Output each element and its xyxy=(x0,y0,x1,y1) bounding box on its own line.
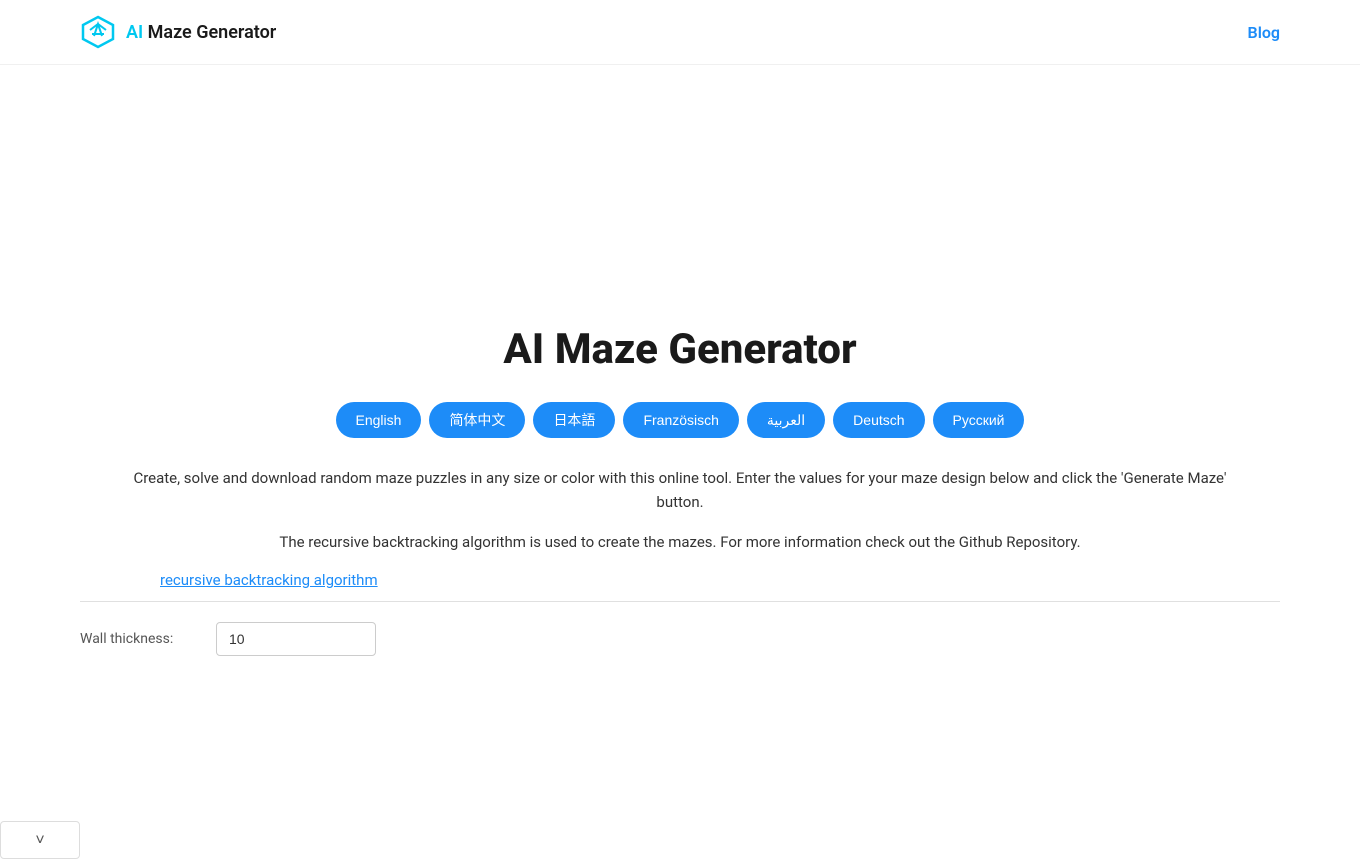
description-text: Create, solve and download random maze p… xyxy=(80,466,1280,514)
main-nav: Blog xyxy=(1248,23,1280,42)
lang-btn-russian[interactable]: Русский xyxy=(933,402,1025,438)
lang-btn-french[interactable]: Französisch xyxy=(623,402,738,438)
lang-btn-chinese[interactable]: 简体中文 xyxy=(429,402,525,438)
main-content: AI Maze Generator English 简体中文 日本語 Franz… xyxy=(0,65,1360,676)
wall-thickness-label: Wall thickness: xyxy=(80,631,200,647)
page-title: AI Maze Generator xyxy=(503,325,856,374)
algo-description: The recursive backtracking algorithm is … xyxy=(279,530,1080,554)
header: AI Maze Generator Blog xyxy=(0,0,1360,65)
wall-thickness-input[interactable] xyxy=(216,622,376,656)
chevron-down-icon: ˅ xyxy=(35,830,44,850)
form-area: Wall thickness: xyxy=(40,602,1320,676)
lang-btn-japanese[interactable]: 日本語 xyxy=(533,402,615,438)
logo-text: AI Maze Generator xyxy=(126,22,276,43)
wall-thickness-row: Wall thickness: xyxy=(80,622,1280,656)
link-section: recursive backtracking algorithm xyxy=(0,570,1360,602)
logo-link[interactable]: AI Maze Generator xyxy=(80,14,276,50)
bottom-dropdown-bar[interactable]: ˅ xyxy=(0,821,80,859)
lang-btn-arabic[interactable]: العربية xyxy=(747,402,825,438)
lang-btn-english[interactable]: English xyxy=(336,402,422,438)
algo-link[interactable]: recursive backtracking algorithm xyxy=(160,571,378,589)
logo-icon xyxy=(80,14,116,50)
blog-link[interactable]: Blog xyxy=(1248,23,1280,42)
language-selector: English 简体中文 日本語 Französisch العربية Deu… xyxy=(336,402,1025,438)
lang-btn-german[interactable]: Deutsch xyxy=(833,402,924,438)
